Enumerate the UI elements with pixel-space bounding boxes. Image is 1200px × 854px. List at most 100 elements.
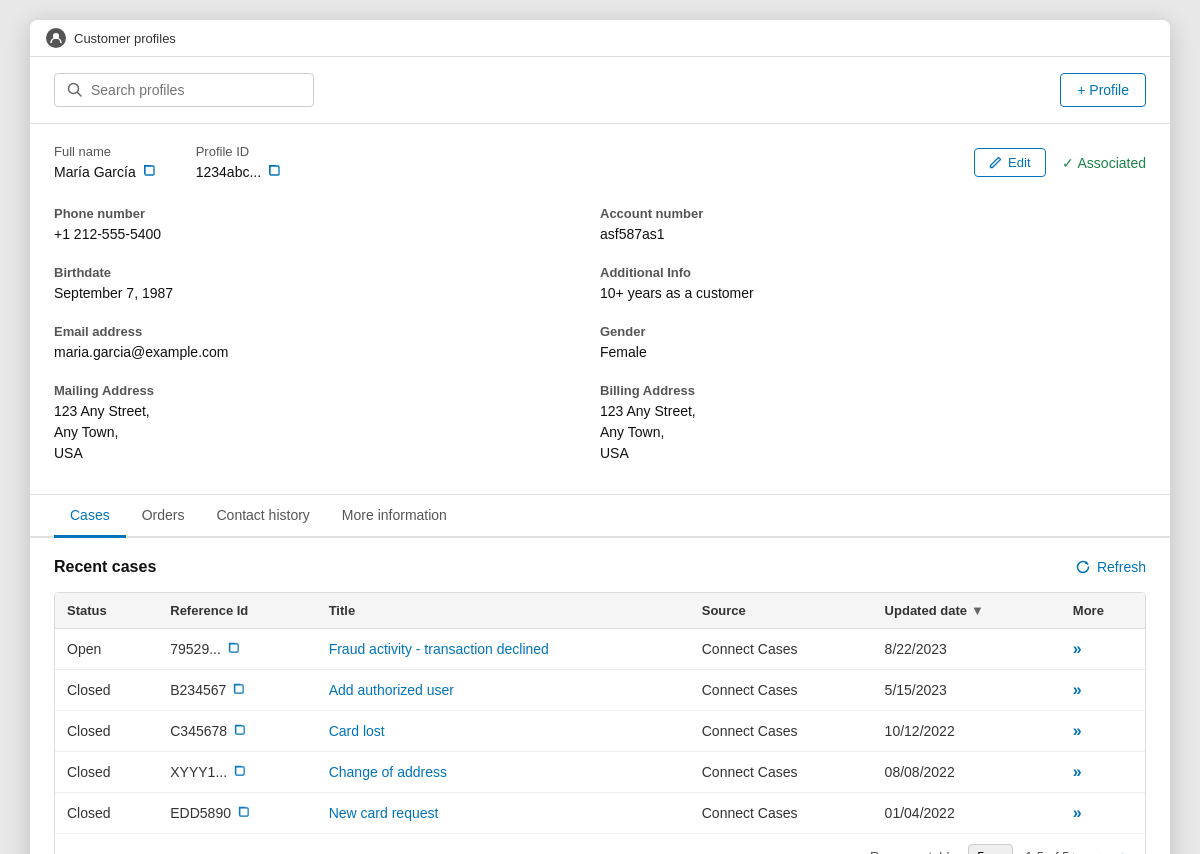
phone-group: Phone number +1 212-555-5400 [54, 196, 600, 255]
account-label: Account number [600, 206, 1146, 221]
copy-name-icon[interactable] [142, 163, 156, 180]
copy-ref-icon[interactable] [233, 764, 246, 780]
col-ref-id: Reference Id [158, 593, 316, 629]
mailing-label: Mailing Address [54, 383, 600, 398]
more-button[interactable]: » [1073, 640, 1082, 657]
cell-status: Closed [55, 670, 158, 711]
case-link[interactable]: Add authorized user [329, 682, 454, 698]
edit-button[interactable]: Edit [974, 148, 1045, 177]
edit-icon [989, 156, 1002, 169]
cell-title[interactable]: New card request [317, 793, 690, 834]
copy-ref-icon[interactable] [232, 682, 245, 698]
birthdate-label: Birthdate [54, 265, 600, 280]
cell-more[interactable]: » [1061, 711, 1145, 752]
svg-rect-7 [236, 726, 244, 734]
cell-title[interactable]: Fraud activity - transaction declined [317, 629, 690, 670]
more-button[interactable]: » [1073, 804, 1082, 821]
search-input[interactable] [91, 82, 301, 98]
cell-date: 01/04/2022 [873, 793, 1061, 834]
case-link[interactable]: Fraud activity - transaction declined [329, 641, 549, 657]
search-container[interactable] [54, 73, 314, 107]
tab-contact-history[interactable]: Contact history [200, 495, 325, 538]
more-button[interactable]: » [1073, 681, 1082, 698]
cell-title[interactable]: Add authorized user [317, 670, 690, 711]
gender-value: Female [600, 342, 1146, 363]
cell-status: Closed [55, 793, 158, 834]
copy-ref-icon[interactable] [227, 641, 240, 657]
svg-rect-4 [270, 166, 279, 175]
birthdate-value: September 7, 1987 [54, 283, 600, 304]
app-icon [46, 28, 66, 48]
svg-line-2 [78, 93, 82, 97]
profile-details: Phone number +1 212-555-5400 Account num… [54, 180, 1146, 474]
title-bar: Customer profiles [30, 20, 1170, 57]
cell-more[interactable]: » [1061, 670, 1145, 711]
next-page-button[interactable]: › [1115, 844, 1133, 854]
profile-id-area: Full name María García P [54, 144, 281, 180]
table-row: Closed XYYY1... Change of address Connec… [55, 752, 1145, 793]
mailing-group: Mailing Address 123 Any Street, Any Town… [54, 373, 600, 474]
checkmark-icon: ✓ [1062, 155, 1074, 171]
rows-per-label: Rows per table: [870, 849, 960, 854]
case-link[interactable]: Change of address [329, 764, 447, 780]
table-row: Open 79529... Fraud activity - transacti… [55, 629, 1145, 670]
case-link[interactable]: Card lost [329, 723, 385, 739]
cell-source: Connect Cases [690, 793, 873, 834]
cell-source: Connect Cases [690, 629, 873, 670]
copy-ref-icon[interactable] [233, 723, 246, 739]
profile-actions: Edit ✓ Associated [974, 148, 1146, 177]
svg-rect-3 [145, 166, 154, 175]
cell-title[interactable]: Card lost [317, 711, 690, 752]
header-bar: + Profile [30, 57, 1170, 124]
more-button[interactable]: » [1073, 722, 1082, 739]
svg-rect-8 [236, 767, 244, 775]
cell-date: 10/12/2022 [873, 711, 1061, 752]
page-info: 1-5 of 5+ [1025, 849, 1077, 854]
refresh-icon [1075, 559, 1091, 575]
additional-info-group: Additional Info 10+ years as a customer [600, 255, 1146, 314]
prev-page-button[interactable]: ‹ [1089, 844, 1107, 854]
tab-orders[interactable]: Orders [126, 495, 201, 538]
tabs-bar: Cases Orders Contact history More inform… [30, 495, 1170, 538]
cell-date: 8/22/2023 [873, 629, 1061, 670]
cell-date: 5/15/2023 [873, 670, 1061, 711]
content-area: + Profile Full name María García [30, 57, 1170, 854]
full-name-value: María García [54, 163, 156, 180]
gender-label: Gender [600, 324, 1146, 339]
cases-content: Recent cases Refresh Status Reference Id [30, 538, 1170, 854]
cell-title[interactable]: Change of address [317, 752, 690, 793]
gender-group: Gender Female [600, 314, 1146, 373]
rows-per-page: Rows per table: 5 10 20 [870, 844, 1013, 854]
case-link[interactable]: New card request [329, 805, 439, 821]
sort-icon: ▼ [971, 603, 984, 618]
tab-cases[interactable]: Cases [54, 495, 126, 538]
copy-ref-icon[interactable] [237, 805, 250, 821]
copy-id-icon[interactable] [267, 163, 281, 180]
profile-id-group: Profile ID 1234abc... [196, 144, 281, 180]
cell-more[interactable]: » [1061, 793, 1145, 834]
add-profile-button[interactable]: + Profile [1060, 73, 1146, 107]
profile-id-text: 1234abc... [196, 164, 261, 180]
table-row: Closed C345678 Card lost Connect Cases 1… [55, 711, 1145, 752]
rows-per-select[interactable]: 5 10 20 [968, 844, 1013, 854]
table-header-row: Status Reference Id Title Source Updated… [55, 593, 1145, 629]
col-updated-date[interactable]: Updated date ▼ [873, 593, 1061, 629]
associated-text: Associated [1078, 155, 1146, 171]
cell-ref-id: 79529... [158, 629, 316, 670]
cell-more[interactable]: » [1061, 752, 1145, 793]
tab-more-information[interactable]: More information [326, 495, 463, 538]
profile-id-label: Profile ID [196, 144, 281, 159]
cell-status: Closed [55, 711, 158, 752]
account-value: asf587as1 [600, 224, 1146, 245]
pagination-nav: ‹ › [1089, 844, 1133, 854]
add-profile-label: + Profile [1077, 82, 1129, 98]
col-status: Status [55, 593, 158, 629]
additional-info-value: 10+ years as a customer [600, 283, 1146, 304]
col-more: More [1061, 593, 1145, 629]
cell-status: Closed [55, 752, 158, 793]
cell-ref-id: C345678 [158, 711, 316, 752]
more-button[interactable]: » [1073, 763, 1082, 780]
refresh-button[interactable]: Refresh [1075, 559, 1146, 575]
cell-more[interactable]: » [1061, 629, 1145, 670]
cell-source: Connect Cases [690, 711, 873, 752]
